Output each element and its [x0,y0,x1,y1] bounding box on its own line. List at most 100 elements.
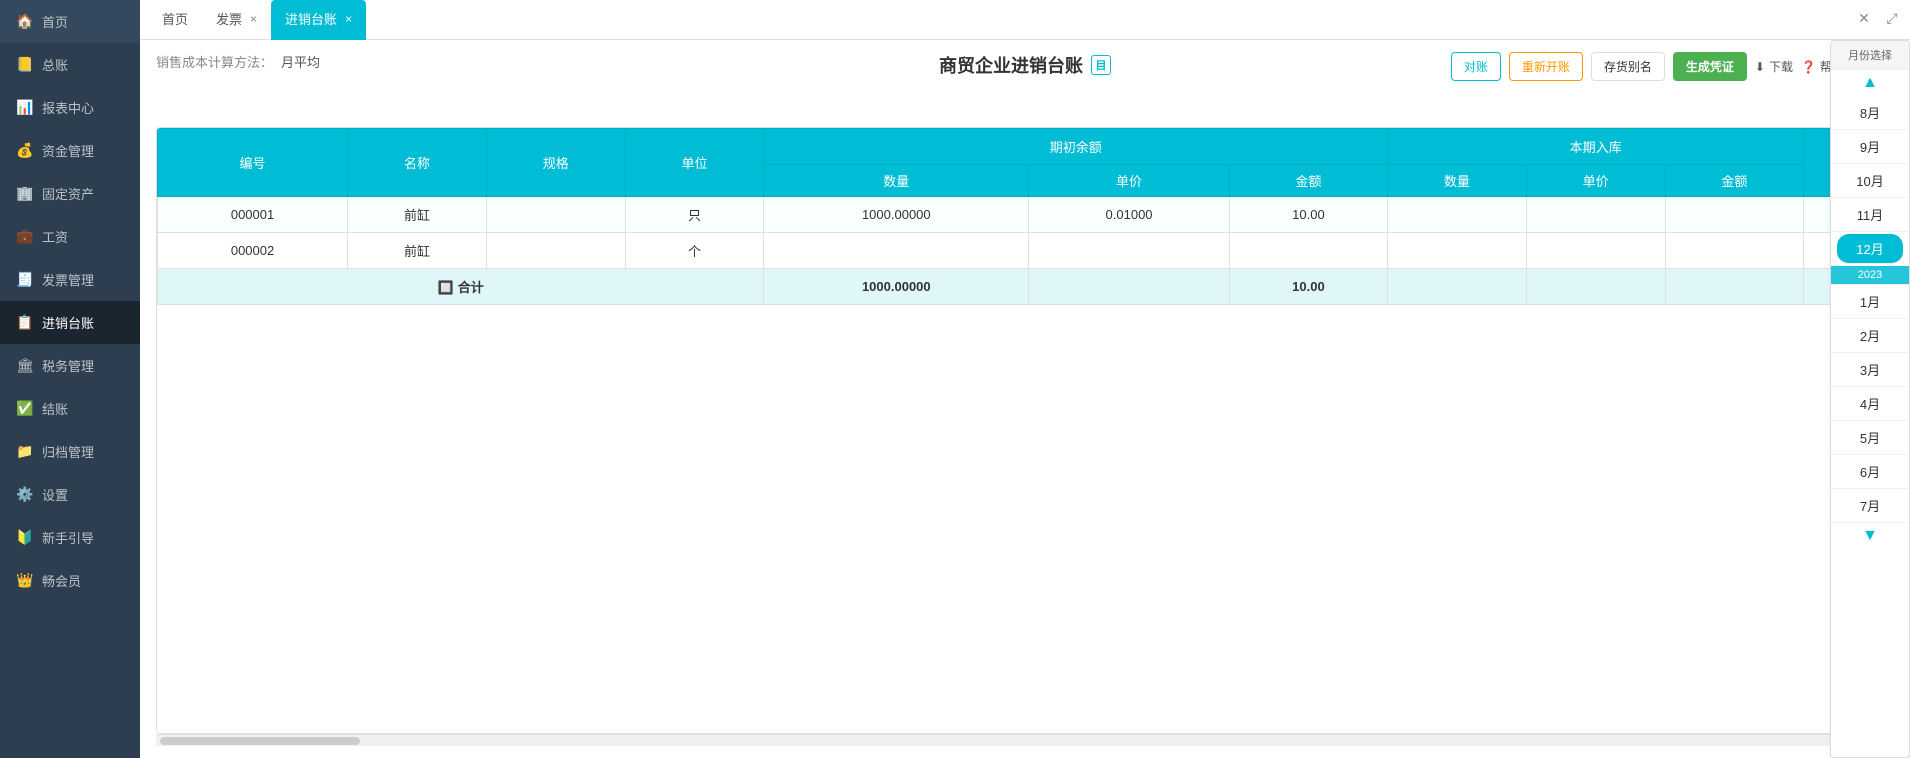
month-item-1[interactable]: 1月 [1831,285,1909,319]
sidebar-item-invoice-mgmt[interactable]: 🧾 发票管理 [0,258,140,301]
content-area: 销售成本计算方法： 月平均 商贸企业进销台账 目 对账 重新开账 存货别名 生成… [140,40,1910,758]
sidebar-item-label: 新手引导 [42,528,94,547]
sidebar-item-payroll[interactable]: 💼 工资 [0,215,140,258]
year-2023-tag: 2023 [1831,266,1909,285]
cell-ob-amount: 10.00 [1229,197,1387,233]
cell-name: 前缸 [348,233,487,269]
sidebar-item-label: 税务管理 [42,356,94,375]
month-item-11[interactable]: 11月 [1831,198,1909,232]
sidebar-item-label: 工资 [42,227,68,246]
total-row: 🔲合计 1000.00000 10.00 [158,269,1893,305]
tab-invoice-close[interactable]: × [250,12,257,26]
month-item-5[interactable]: 5月 [1831,421,1909,455]
save-alias-button[interactable]: 存货别名 [1591,52,1665,81]
sidebar-item-reports[interactable]: 📊 报表中心 [0,86,140,129]
sidebar-item-label: 资金管理 [42,141,94,160]
sidebar-item-label: 发票管理 [42,270,94,289]
cell-ci-amount [1665,233,1804,269]
reports-icon: 📊 [16,99,34,116]
sidebar: 🏠 首页 📒 总账 📊 报表中心 💰 资金管理 🏢 固定资产 💼 工资 🧾 发票… [0,0,140,758]
cell-unit: 只 [625,197,764,233]
sidebar-item-vip[interactable]: 👑 畅会员 [0,559,140,602]
total-ci-unit-price [1526,269,1665,305]
title-info-icon[interactable]: 目 [1091,55,1111,75]
cell-name: 前缸 [348,197,487,233]
scroll-thumb[interactable] [160,737,360,745]
sidebar-item-archive[interactable]: 📁 归档管理 [0,430,140,473]
col-opening-balance: 期初余额 [764,129,1388,165]
tab-inventory[interactable]: 进销台账 × [271,0,366,40]
settlement-icon: ✅ [16,400,34,417]
cost-method-label: 销售成本计算方法： [156,52,273,71]
sidebar-item-inventory[interactable]: 📋 进销台账 [0,301,140,344]
col-name: 名称 [348,129,487,197]
sidebar-item-label: 归档管理 [42,442,94,461]
settings-icon: ⚙️ [16,486,34,503]
generate-voucher-button[interactable]: 生成凭证 [1673,52,1747,81]
maximize-button[interactable]: ⤢ [1882,8,1902,28]
col-spec: 规格 [486,129,625,197]
month-item-10[interactable]: 10月 [1831,164,1909,198]
total-ob-qty: 1000.00000 [764,269,1029,305]
download-button[interactable]: ⬇ 下载 [1755,58,1793,75]
reconcile-button[interactable]: 对账 [1451,52,1501,81]
cell-ci-unit-price [1526,233,1665,269]
col-unit: 单位 [625,129,764,197]
sidebar-item-settings[interactable]: ⚙️ 设置 [0,473,140,516]
sidebar-item-general-ledger[interactable]: 📒 总账 [0,43,140,86]
sidebar-item-home[interactable]: 🏠 首页 [0,0,140,43]
tab-home[interactable]: 首页 [148,0,202,40]
sidebar-item-label: 固定资产 [42,184,94,203]
month-item-7[interactable]: 7月 [1831,489,1909,523]
total-ob-amount: 10.00 [1229,269,1387,305]
sidebar-item-funds[interactable]: 💰 资金管理 [0,129,140,172]
tab-invoice[interactable]: 发票 × [202,0,271,40]
month-nav-up[interactable]: ▲ [1831,70,1909,96]
cell-ob-amount [1229,233,1387,269]
table-row[interactable]: 000001 前缸 只 1000.00000 0.01000 10.00 [158,197,1893,233]
tab-bar: 首页 发票 × 进销台账 × [140,0,1910,40]
total-label: 🔲合计 [158,269,764,305]
cell-ci-qty [1387,233,1526,269]
cell-ob-qty [764,233,1029,269]
invoice-icon: 🧾 [16,271,34,288]
guide-icon: 🔰 [16,529,34,546]
cell-number: 000002 [158,233,348,269]
sidebar-item-guide[interactable]: 🔰 新手引导 [0,516,140,559]
ledger-icon: 📒 [16,56,34,73]
sidebar-item-label: 设置 [42,485,68,504]
tab-inventory-label: 进销台账 [285,9,337,28]
sidebar-item-tax[interactable]: 🏛 税务管理 [0,344,140,387]
month-item-3[interactable]: 3月 [1831,353,1909,387]
sidebar-item-settlement[interactable]: ✅ 结账 [0,387,140,430]
reopen-button[interactable]: 重新开账 [1509,52,1583,81]
month-nav-down[interactable]: ▼ [1831,523,1909,549]
month-item-12[interactable]: 12月 [1837,234,1903,264]
funds-icon: 💰 [16,142,34,159]
total-ob-unit-price [1029,269,1230,305]
month-item-8[interactable]: 8月 [1831,96,1909,130]
month-item-6[interactable]: 6月 [1831,455,1909,489]
table-row[interactable]: 000002 前缸 个 [158,233,1893,269]
home-icon: 🏠 [16,13,34,30]
month-item-9[interactable]: 9月 [1831,130,1909,164]
sidebar-item-label: 总账 [42,55,68,74]
close-button[interactable]: ✕ [1854,8,1874,28]
main-area: 首页 发票 × 进销台账 × 销售成本计算方法： 月平均 商贸企业进销台账 目 … [140,0,1910,758]
data-table-wrapper[interactable]: 编号 名称 规格 单位 期初余额 本期入库 数量 单价 金额 数量 单价 [156,127,1894,734]
help-icon: ❓ [1801,60,1816,74]
sidebar-item-label: 首页 [42,12,68,31]
col-ci-amount: 金额 [1665,165,1804,197]
cell-number: 000001 [158,197,348,233]
tab-inventory-close[interactable]: × [345,12,352,26]
tax-icon: 🏛 [16,357,34,374]
month-item-4[interactable]: 4月 [1831,387,1909,421]
horizontal-scrollbar[interactable] [156,734,1894,746]
month-item-2[interactable]: 2月 [1831,319,1909,353]
cell-ob-unit-price [1029,233,1230,269]
sidebar-item-fixed-assets[interactable]: 🏢 固定资产 [0,172,140,215]
archive-icon: 📁 [16,443,34,460]
cell-ci-qty [1387,197,1526,233]
sidebar-item-label: 结账 [42,399,68,418]
assets-icon: 🏢 [16,185,34,202]
